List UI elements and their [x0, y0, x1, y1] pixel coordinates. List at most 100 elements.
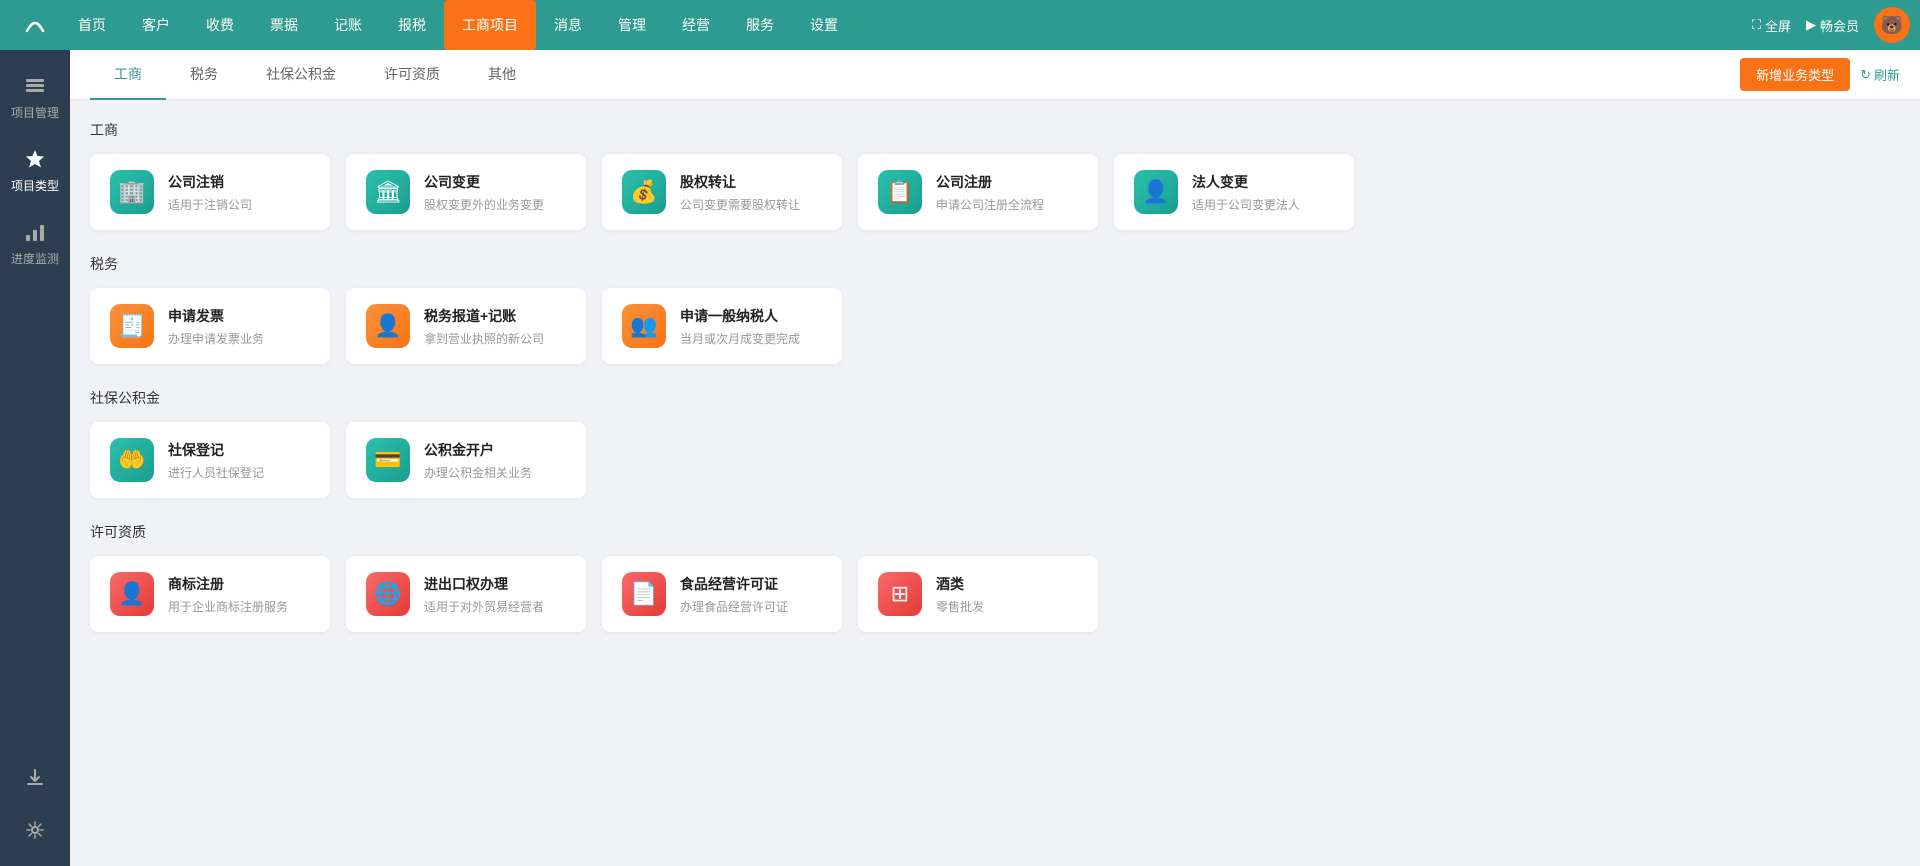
- card-title-食品经营许可证: 食品经营许可证: [680, 574, 822, 594]
- card-title-公积金开户: 公积金开户: [424, 440, 566, 460]
- card-icon-公积金开户: 💳: [366, 438, 410, 482]
- sidebar-download[interactable]: [0, 752, 70, 804]
- tab-税务[interactable]: 税务: [166, 50, 242, 100]
- card-icon-商标注册: 👤: [110, 572, 154, 616]
- card-info-公司注册: 公司注册申请公司注册全流程: [936, 172, 1078, 213]
- card-info-商标注册: 商标注册用于企业商标注册服务: [168, 574, 310, 615]
- cards-grid-工商: 🏢 公司注销适用于注销公司 🏛公司变更股权变更外的业务变更 💰 股权转让公司变更需要股权…: [90, 154, 1900, 230]
- card-desc-商标注册: 用于企业商标注册服务: [168, 598, 310, 615]
- card-icon-社保登记: 🤲: [110, 438, 154, 482]
- card-icon-股权转让: 💰: [622, 170, 666, 214]
- card-icon-进出口权办理: 🌐: [366, 572, 410, 616]
- card-税务报道+记账[interactable]: 👤 税务报道+记账拿到营业执照的新公司: [346, 288, 586, 364]
- card-info-进出口权办理: 进出口权办理适用于对外贸易经营者: [424, 574, 566, 615]
- top-nav-right: ⛶ 全屏 ▶ 畅会员 🐻: [1752, 7, 1910, 43]
- card-公司变更[interactable]: 🏛公司变更股权变更外的业务变更: [346, 154, 586, 230]
- sidebar-bottom: [0, 752, 70, 856]
- progress-icon: [21, 218, 49, 246]
- card-公司注册[interactable]: 📋 公司注册申请公司注册全流程: [858, 154, 1098, 230]
- card-title-公司注销: 公司注销: [168, 172, 310, 192]
- card-公积金开户[interactable]: 💳 公积金开户办理公积金相关业务: [346, 422, 586, 498]
- card-info-税务报道+记账: 税务报道+记账拿到营业执照的新公司: [424, 306, 566, 347]
- card-icon-酒类: ⊞: [878, 572, 922, 616]
- card-info-法人变更: 法人变更适用于公司变更法人: [1192, 172, 1334, 213]
- sidebar-label-project-type: 项目类型: [11, 177, 59, 194]
- refresh-icon: ↻: [1860, 67, 1871, 83]
- nav-item-经营[interactable]: 经营: [664, 0, 728, 50]
- card-info-食品经营许可证: 食品经营许可证办理食品经营许可证: [680, 574, 822, 615]
- top-nav: 首页客户收费票据记账报税工商项目消息管理经营服务设置 ⛶ 全屏 ▶ 畅会员 🐻: [0, 0, 1920, 50]
- section-许可资质: 许可资质 👤 商标注册用于企业商标注册服务 🌐 进出口权办理适用于对外贸易经营者 📄 食品经…: [90, 522, 1900, 632]
- card-社保登记[interactable]: 🤲 社保登记进行人员社保登记: [90, 422, 330, 498]
- section-社保公积金: 社保公积金🤲社保登记进行人员社保登记💳公积金开户办理公积金相关业务: [90, 388, 1900, 498]
- logo: [10, 0, 60, 50]
- card-desc-申请发票: 办理申请发票业务: [168, 330, 310, 347]
- card-title-社保登记: 社保登记: [168, 440, 310, 460]
- card-icon-公司注销: 🏢: [110, 170, 154, 214]
- card-股权转让[interactable]: 💰 股权转让公司变更需要股权转让: [602, 154, 842, 230]
- card-title-酒类: 酒类: [936, 574, 1078, 594]
- mascot-icon: 🐻: [1874, 7, 1910, 43]
- nav-item-记账[interactable]: 记账: [316, 0, 380, 50]
- tab-其他[interactable]: 其他: [464, 50, 540, 100]
- card-申请一般纳税人[interactable]: 👥申请一般纳税人当月或次月成变更完成: [602, 288, 842, 364]
- nav-item-票据[interactable]: 票据: [252, 0, 316, 50]
- nav-item-设置[interactable]: 设置: [792, 0, 856, 50]
- tab-许可资质[interactable]: 许可资质: [360, 50, 464, 100]
- nav-item-客户[interactable]: 客户: [124, 0, 188, 50]
- card-icon-申请一般纳税人: 👥: [622, 304, 666, 348]
- card-info-酒类: 酒类零售批发: [936, 574, 1078, 615]
- section-工商: 工商🏢公司注销适用于注销公司🏛公司变更股权变更外的业务变更💰股权转让公司变更需要…: [90, 120, 1900, 230]
- card-icon-公司注册: 📋: [878, 170, 922, 214]
- top-nav-menu: 首页客户收费票据记账报税工商项目消息管理经营服务设置: [60, 0, 1752, 50]
- card-desc-股权转让: 公司变更需要股权转让: [680, 196, 822, 213]
- card-title-公司注册: 公司注册: [936, 172, 1078, 192]
- card-title-申请一般纳税人: 申请一般纳税人: [680, 306, 822, 326]
- sidebar-item-project-mgmt[interactable]: 项目管理: [0, 60, 70, 133]
- content-area: 工商税务社保公积金许可资质其他 新增业务类型 ↻ 刷新 工商🏢公司注销适用于注销…: [70, 50, 1920, 866]
- section-税务: 税务🧾申请发票办理申请发票业务👤税务报道+记账拿到营业执照的新公司👥申请一般纳税…: [90, 254, 1900, 364]
- card-icon-税务报道+记账: 👤: [366, 304, 410, 348]
- sidebar-item-progress[interactable]: 进度监测: [0, 206, 70, 279]
- card-desc-社保登记: 进行人员社保登记: [168, 464, 310, 481]
- nav-item-报税[interactable]: 报税: [380, 0, 444, 50]
- vip-btn[interactable]: ▶ 畅会员: [1806, 16, 1859, 35]
- project-type-icon: [21, 145, 49, 173]
- nav-item-管理[interactable]: 管理: [600, 0, 664, 50]
- nav-item-收费[interactable]: 收费: [188, 0, 252, 50]
- card-desc-公积金开户: 办理公积金相关业务: [424, 464, 566, 481]
- card-法人变更[interactable]: 👤法人变更适用于公司变更法人: [1114, 154, 1354, 230]
- fullscreen-btn[interactable]: ⛶ 全屏: [1752, 16, 1791, 35]
- cards-grid-社保公积金: 🤲 社保登记进行人员社保登记 💳 公积金开户办理公积金相关业务: [90, 422, 1900, 498]
- nav-item-消息[interactable]: 消息: [536, 0, 600, 50]
- card-商标注册[interactable]: 👤 商标注册用于企业商标注册服务: [90, 556, 330, 632]
- card-icon-食品经营许可证: 📄: [622, 572, 666, 616]
- tab-社保公积金[interactable]: 社保公积金: [242, 50, 360, 100]
- settings-icon: [21, 816, 49, 844]
- add-type-button[interactable]: 新增业务类型: [1740, 58, 1850, 91]
- fullscreen-icon: ⛶: [1752, 17, 1761, 33]
- refresh-label: 刷新: [1874, 65, 1900, 84]
- card-酒类[interactable]: ⊞ 酒类零售批发: [858, 556, 1098, 632]
- tab-工商[interactable]: 工商: [90, 50, 166, 100]
- nav-item-首页[interactable]: 首页: [60, 0, 124, 50]
- card-title-申请发票: 申请发票: [168, 306, 310, 326]
- nav-item-工商项目[interactable]: 工商项目: [444, 0, 536, 50]
- sidebar-settings[interactable]: [0, 804, 70, 856]
- card-desc-法人变更: 适用于公司变更法人: [1192, 196, 1334, 213]
- refresh-button[interactable]: ↻ 刷新: [1860, 65, 1900, 84]
- sidebar-item-project-type[interactable]: 项目类型: [0, 133, 70, 206]
- card-desc-税务报道+记账: 拿到营业执照的新公司: [424, 330, 566, 347]
- card-申请发票[interactable]: 🧾申请发票办理申请发票业务: [90, 288, 330, 364]
- card-desc-公司注销: 适用于注销公司: [168, 196, 310, 213]
- section-title-许可资质: 许可资质: [90, 522, 1900, 542]
- vip-icon: ▶: [1806, 17, 1816, 33]
- card-info-股权转让: 股权转让公司变更需要股权转让: [680, 172, 822, 213]
- card-info-公积金开户: 公积金开户办理公积金相关业务: [424, 440, 566, 481]
- vip-label: 畅会员: [1820, 16, 1859, 35]
- card-食品经营许可证[interactable]: 📄 食品经营许可证办理食品经营许可证: [602, 556, 842, 632]
- tab-bar-actions: 新增业务类型 ↻ 刷新: [1740, 58, 1900, 91]
- card-进出口权办理[interactable]: 🌐 进出口权办理适用于对外贸易经营者: [346, 556, 586, 632]
- nav-item-服务[interactable]: 服务: [728, 0, 792, 50]
- card-公司注销[interactable]: 🏢 公司注销适用于注销公司: [90, 154, 330, 230]
